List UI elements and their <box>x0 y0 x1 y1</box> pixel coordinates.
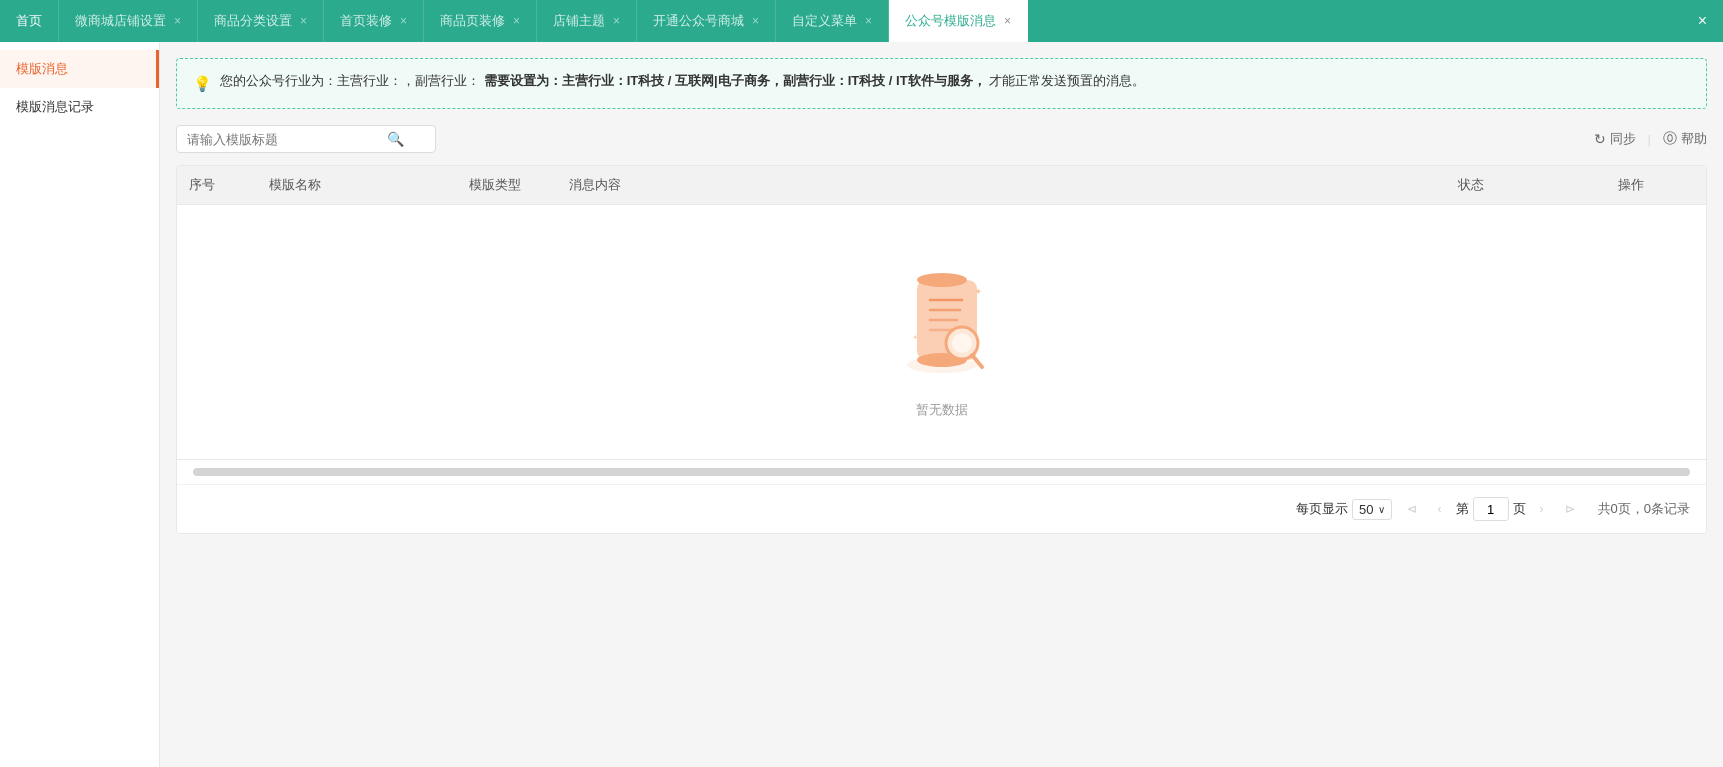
th-seq: 序号 <box>177 166 257 204</box>
tab-close-template-msg[interactable]: × <box>1004 14 1011 28</box>
prev-page-btn[interactable]: ‹ <box>1428 497 1452 521</box>
sidebar: 模版消息模版消息记录 <box>0 42 160 767</box>
divider: | <box>1648 132 1651 147</box>
tab-label: 公众号模版消息 <box>905 12 996 30</box>
sync-icon: ↻ <box>1594 131 1606 147</box>
tab-open-mall[interactable]: 开通公众号商城 × <box>637 0 776 42</box>
tab-bar-close-btn[interactable]: × <box>1682 12 1723 30</box>
help-button[interactable]: ⓪ 帮助 <box>1663 130 1707 148</box>
empty-state: ✦ ✦ 暂无数据 <box>177 205 1706 459</box>
notice-icon: 💡 <box>193 72 212 96</box>
tab-template-msg[interactable]: 公众号模版消息 × <box>889 0 1028 42</box>
svg-point-8 <box>952 333 972 353</box>
tab-label: 首页装修 <box>340 12 392 30</box>
notice-banner: 💡 您的公众号行业为：主营行业：，副营行业： 需要设置为：主营行业：IT科技 /… <box>176 58 1707 109</box>
tab-label: 店铺主题 <box>553 12 605 30</box>
tab-close-open-mall[interactable]: × <box>752 14 759 28</box>
tab-micro-shop[interactable]: 微商城店铺设置 × <box>59 0 198 42</box>
sync-label: 同步 <box>1610 130 1636 148</box>
content-area: 💡 您的公众号行业为：主营行业：，副营行业： 需要设置为：主营行业：IT科技 /… <box>160 42 1723 767</box>
tab-close-theme[interactable]: × <box>613 14 620 28</box>
tab-label: 微商城店铺设置 <box>75 12 166 30</box>
tab-theme[interactable]: 店铺主题 × <box>537 0 637 42</box>
tab-close-micro-shop[interactable]: × <box>174 14 181 28</box>
th-name: 模版名称 <box>257 166 457 204</box>
first-page-btn[interactable]: ⊲ <box>1400 497 1424 521</box>
empty-illustration: ✦ ✦ <box>882 265 1002 385</box>
pagination: 每页显示 50 ∨ ⊲ ‹ 第 页 › ⊳ 共0页，0条记录 <box>177 484 1706 533</box>
page-number-input[interactable] <box>1473 497 1509 521</box>
horizontal-scrollbar[interactable] <box>193 468 1690 476</box>
th-action: 操作 <box>1606 166 1706 204</box>
tab-bar: 首页微商城店铺设置×商品分类设置×首页装修×商品页装修×店铺主题×开通公众号商城… <box>0 0 1723 42</box>
page-navigation: ⊲ ‹ 第 页 › ⊳ <box>1400 497 1582 521</box>
tab-home-deco[interactable]: 首页装修 × <box>324 0 424 42</box>
data-table: 序号 模版名称 模版类型 消息内容 状态 操作 <box>176 165 1707 534</box>
empty-text: 暂无数据 <box>916 401 968 419</box>
tab-home[interactable]: 首页 <box>0 0 59 42</box>
th-status: 状态 <box>1446 166 1606 204</box>
next-page-btn[interactable]: › <box>1530 497 1554 521</box>
page-label: 第 <box>1456 500 1469 518</box>
sidebar-item-template-message[interactable]: 模版消息 <box>0 50 159 88</box>
search-actions: ↻ 同步 | ⓪ 帮助 <box>1594 130 1707 148</box>
svg-text:✦: ✦ <box>912 333 919 342</box>
tab-label: 首页 <box>16 12 42 30</box>
dropdown-icon: ∨ <box>1378 504 1385 515</box>
tab-close-category[interactable]: × <box>300 14 307 28</box>
svg-point-1 <box>917 273 967 287</box>
search-bar: 🔍 ↻ 同步 | ⓪ 帮助 <box>176 125 1707 153</box>
page-size-select: 每页显示 50 ∨ <box>1296 499 1391 520</box>
search-input-wrap[interactable]: 🔍 <box>176 125 436 153</box>
tab-label: 商品分类设置 <box>214 12 292 30</box>
table-header: 序号 模版名称 模版类型 消息内容 状态 操作 <box>177 166 1706 205</box>
last-page-btn[interactable]: ⊳ <box>1558 497 1582 521</box>
sidebar-item-template-record[interactable]: 模版消息记录 <box>0 88 159 126</box>
th-content: 消息内容 <box>557 166 1446 204</box>
tab-product-deco[interactable]: 商品页装修 × <box>424 0 537 42</box>
th-type: 模版类型 <box>457 166 557 204</box>
help-label: 帮助 <box>1681 130 1707 148</box>
tab-label: 开通公众号商城 <box>653 12 744 30</box>
tab-category[interactable]: 商品分类设置 × <box>198 0 324 42</box>
svg-text:✦: ✦ <box>974 286 982 297</box>
page-size-label: 每页显示 <box>1296 500 1348 518</box>
tab-label: 自定义菜单 <box>792 12 857 30</box>
tab-close-product-deco[interactable]: × <box>513 14 520 28</box>
page-size-dropdown[interactable]: 50 ∨ <box>1352 499 1391 520</box>
page-suffix: 页 <box>1513 500 1526 518</box>
total-info: 共0页，0条记录 <box>1598 500 1690 518</box>
notice-text: 您的公众号行业为：主营行业：，副营行业： 需要设置为：主营行业：IT科技 / 互… <box>220 71 1145 92</box>
help-icon: ⓪ <box>1663 130 1677 148</box>
tab-close-home-deco[interactable]: × <box>400 14 407 28</box>
notice-highlight: 需要设置为：主营行业：IT科技 / 互联网|电子商务，副营行业：IT科技 / I… <box>484 73 986 88</box>
search-input[interactable] <box>187 132 387 147</box>
tab-close-custom-menu[interactable]: × <box>865 14 872 28</box>
search-icon[interactable]: 🔍 <box>387 131 404 147</box>
main-layout: 模版消息模版消息记录 💡 您的公众号行业为：主营行业：，副营行业： 需要设置为：… <box>0 42 1723 767</box>
sync-button[interactable]: ↻ 同步 <box>1594 130 1636 148</box>
tab-label: 商品页装修 <box>440 12 505 30</box>
tab-custom-menu[interactable]: 自定义菜单 × <box>776 0 889 42</box>
scrollbar-area[interactable] <box>177 459 1706 484</box>
page-size-value: 50 <box>1359 502 1373 517</box>
